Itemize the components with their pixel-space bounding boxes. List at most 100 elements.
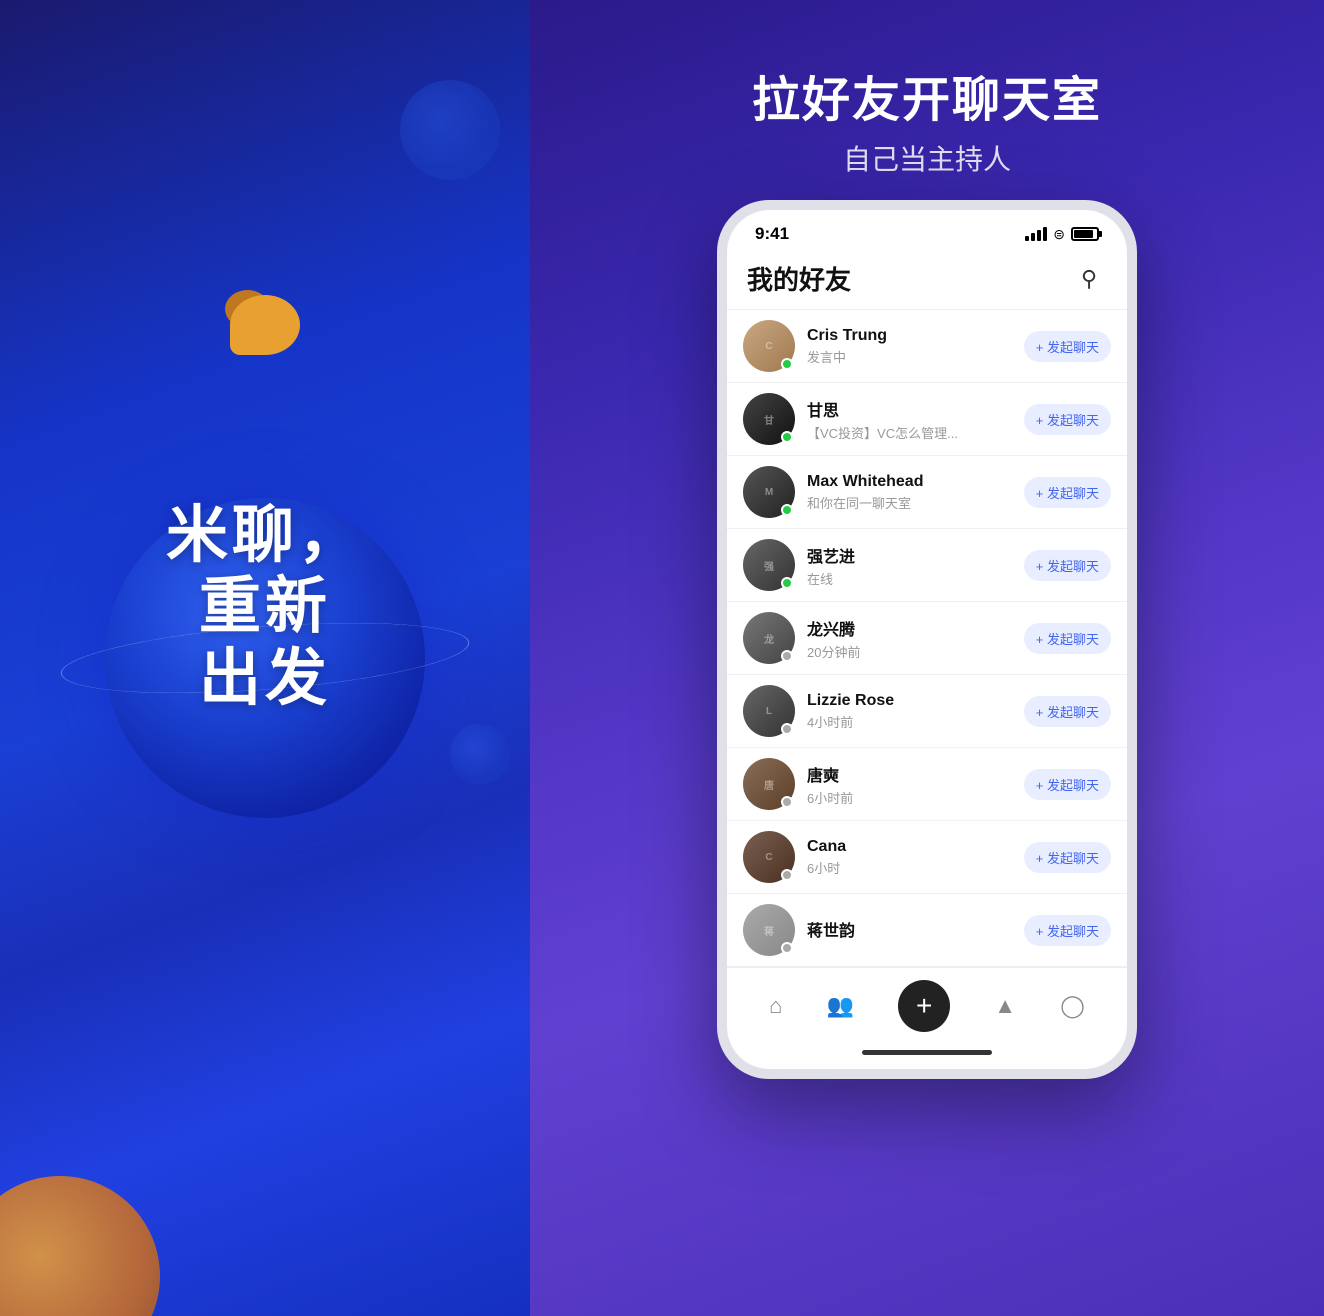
left-panel: 米聊， 重新 出发 (0, 0, 530, 1316)
friend-info: 蒋世韵 (807, 917, 1012, 943)
signal-icon (1025, 227, 1047, 241)
avatar-wrap: 蒋 (743, 904, 795, 956)
friend-status: 和你在同一聊天室 (807, 493, 967, 512)
avatar-wrap: 龙 (743, 612, 795, 664)
offline-indicator (781, 796, 793, 808)
friend-name: Cris Trung (807, 327, 1012, 345)
friend-info: 甘思 【VC投资】VC怎么管理... (807, 397, 1012, 442)
profile-icon: ◯ (1060, 993, 1085, 1019)
friends-title: 我的好友 (747, 260, 851, 297)
friend-info: 唐奭 6小时前 (807, 762, 1012, 807)
friend-info: 龙兴腾 20分钟前 (807, 616, 1012, 661)
friend-item: 蒋 蒋世韵 + 发起聊天 (727, 894, 1127, 967)
phone-mockup: 9:41 ⊜ (717, 200, 1137, 1079)
friend-item: 甘 甘思 【VC投资】VC怎么管理... + 发起聊天 (727, 383, 1127, 456)
friend-name: Cana (807, 838, 1012, 856)
start-chat-button[interactable]: + 发起聊天 (1024, 404, 1111, 435)
friend-item: C Cris Trung 发言中 + 发起聊天 (727, 310, 1127, 383)
avatar-wrap: 甘 (743, 393, 795, 445)
avatar-wrap: C (743, 320, 795, 372)
nav-home[interactable]: ⌂ (769, 993, 782, 1019)
offline-indicator (781, 723, 793, 735)
friend-status: 6小时前 (807, 788, 967, 807)
avatar-wrap: 唐 (743, 758, 795, 810)
start-chat-button[interactable]: + 发起聊天 (1024, 331, 1111, 362)
app-tagline: 米聊， 重新 出发 (166, 500, 364, 714)
top-right-orb (400, 80, 500, 180)
status-bar: 9:41 ⊜ (727, 210, 1127, 250)
phone-screen: 9:41 ⊜ (727, 210, 1127, 1069)
wifi-icon: ⊜ (1053, 226, 1065, 243)
right-subtitle: 自己当主持人 (752, 138, 1102, 178)
avatar-wrap: 强 (743, 539, 795, 591)
friend-info: Cris Trung 发言中 (807, 327, 1012, 366)
right-title: 拉好友开聊天室 (752, 60, 1102, 130)
offline-indicator (781, 942, 793, 954)
online-indicator (781, 577, 793, 589)
start-chat-button[interactable]: + 发起聊天 (1024, 696, 1111, 727)
friend-status: 4小时前 (807, 712, 967, 731)
friends-icon: 👥 (827, 993, 854, 1019)
start-chat-button[interactable]: + 发起聊天 (1024, 550, 1111, 581)
home-indicator (727, 1040, 1127, 1069)
start-chat-button[interactable]: + 发起聊天 (1024, 915, 1111, 946)
bell-icon: ▲ (994, 993, 1016, 1019)
nav-notifications[interactable]: ▲ (994, 993, 1016, 1019)
bottom-nav: ⌂ 👥 + ▲ ◯ (727, 967, 1127, 1040)
friend-info: Lizzie Rose 4小时前 (807, 692, 1012, 731)
chat-bubble-main (230, 295, 300, 355)
mid-right-orb (450, 724, 510, 784)
friend-status: 在线 (807, 569, 967, 588)
start-chat-button[interactable]: + 发起聊天 (1024, 769, 1111, 800)
nav-friends[interactable]: 👥 (827, 993, 854, 1019)
friend-item: C Cana 6小时 + 发起聊天 (727, 821, 1127, 894)
friend-info: Cana 6小时 (807, 838, 1012, 877)
online-indicator (781, 358, 793, 370)
friend-name: 强艺进 (807, 543, 1012, 567)
friend-status: 【VC投资】VC怎么管理... (807, 423, 967, 442)
nav-profile[interactable]: ◯ (1060, 993, 1085, 1019)
friend-item: 唐 唐奭 6小时前 + 发起聊天 (727, 748, 1127, 821)
bottom-left-orb (0, 1176, 160, 1316)
friend-name: 唐奭 (807, 762, 1012, 786)
avatar-wrap: C (743, 831, 795, 883)
online-indicator (781, 431, 793, 443)
friend-status: 20分钟前 (807, 642, 967, 661)
right-panel: 拉好友开聊天室 自己当主持人 9:41 ⊜ (530, 0, 1324, 1316)
friend-status: 6小时 (807, 858, 967, 877)
search-button[interactable]: ⚲ (1071, 261, 1107, 297)
add-icon: + (916, 990, 932, 1022)
friend-name: Max Whitehead (807, 473, 1012, 491)
offline-indicator (781, 650, 793, 662)
friend-item: M Max Whitehead 和你在同一聊天室 + 发起聊天 (727, 456, 1127, 529)
friend-info: 强艺进 在线 (807, 543, 1012, 588)
chat-icon (225, 290, 305, 360)
friend-item: 龙 龙兴腾 20分钟前 + 发起聊天 (727, 602, 1127, 675)
friend-list: C Cris Trung 发言中 + 发起聊天 甘 甘思 【VC投资】VC怎么管… (727, 310, 1127, 967)
chat-icon-wrapper (225, 290, 305, 360)
status-time: 9:41 (755, 224, 789, 244)
online-indicator (781, 504, 793, 516)
right-header: 拉好友开聊天室 自己当主持人 (732, 0, 1122, 198)
friend-status: 发言中 (807, 347, 967, 366)
friend-item: L Lizzie Rose 4小时前 + 发起聊天 (727, 675, 1127, 748)
battery-icon (1071, 227, 1099, 241)
status-icons: ⊜ (1025, 226, 1099, 243)
home-icon: ⌂ (769, 993, 782, 1019)
friend-info: Max Whitehead 和你在同一聊天室 (807, 473, 1012, 512)
nav-add-button[interactable]: + (898, 980, 950, 1032)
offline-indicator (781, 869, 793, 881)
friend-name: 龙兴腾 (807, 616, 1012, 640)
start-chat-button[interactable]: + 发起聊天 (1024, 623, 1111, 654)
avatar-wrap: M (743, 466, 795, 518)
friend-name: Lizzie Rose (807, 692, 1012, 710)
start-chat-button[interactable]: + 发起聊天 (1024, 477, 1111, 508)
friend-name: 甘思 (807, 397, 1012, 421)
app-header: 我的好友 ⚲ (727, 250, 1127, 310)
start-chat-button[interactable]: + 发起聊天 (1024, 842, 1111, 873)
avatar-wrap: L (743, 685, 795, 737)
phone-frame: 9:41 ⊜ (717, 200, 1137, 1079)
friend-name: 蒋世韵 (807, 917, 1012, 941)
home-bar (862, 1050, 992, 1055)
friend-item: 强 强艺进 在线 + 发起聊天 (727, 529, 1127, 602)
